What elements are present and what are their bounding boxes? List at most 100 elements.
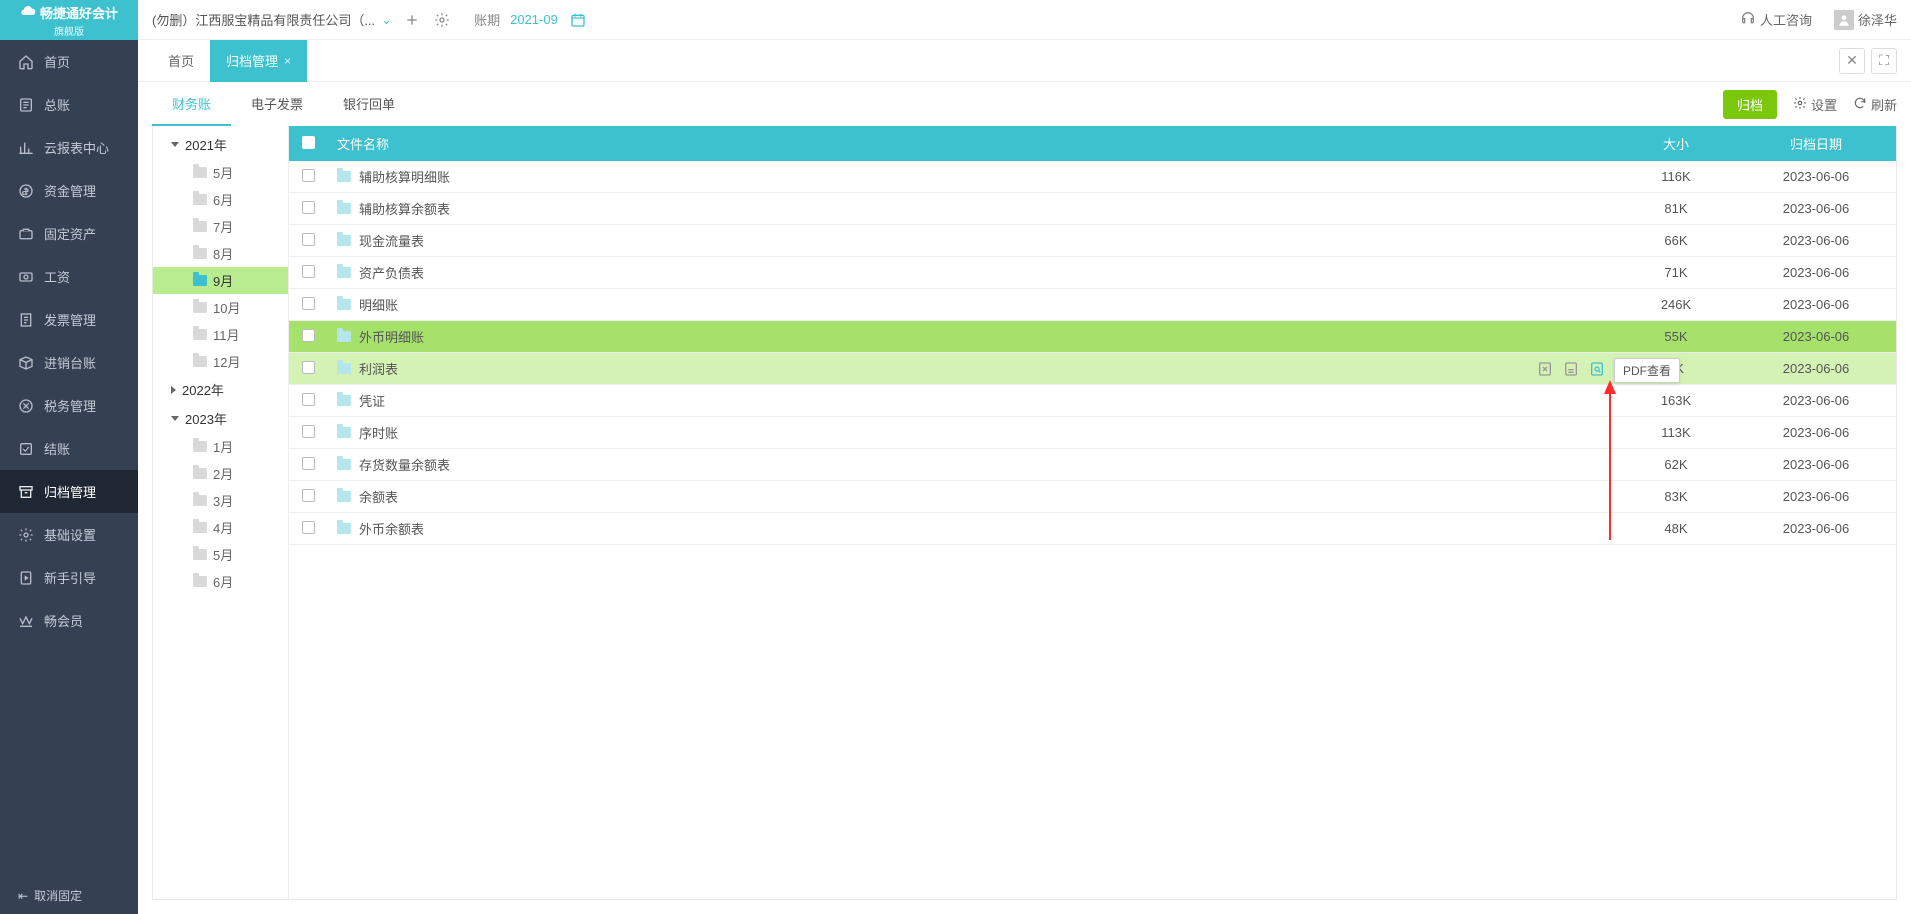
tree-year[interactable]: 2022年 bbox=[153, 375, 288, 404]
settings-link[interactable]: 设置 bbox=[1793, 95, 1837, 114]
export-pdf-icon[interactable] bbox=[1562, 360, 1580, 378]
tree-month[interactable]: 5月 bbox=[153, 541, 288, 568]
table-row[interactable]: 辅助核算余额表81K2023-06-06 bbox=[289, 193, 1896, 225]
table-row[interactable]: 现金流量表66K2023-06-06 bbox=[289, 225, 1896, 257]
company-settings-button[interactable] bbox=[432, 10, 452, 30]
folder-icon bbox=[337, 459, 351, 470]
tab-close-button[interactable]: ✕ bbox=[1839, 48, 1865, 74]
add-company-button[interactable] bbox=[402, 10, 422, 30]
nav-label: 首页 bbox=[44, 52, 70, 71]
pdf-view-icon[interactable] bbox=[1588, 360, 1606, 378]
table-row[interactable]: 外币余额表48K2023-06-06 bbox=[289, 513, 1896, 545]
file-date: 2023-06-06 bbox=[1736, 417, 1896, 449]
row-checkbox[interactable] bbox=[302, 489, 315, 502]
settings-icon bbox=[18, 527, 34, 543]
row-checkbox[interactable] bbox=[302, 297, 315, 310]
consult-button[interactable]: 人工咨询 bbox=[1740, 10, 1812, 29]
nav-item-fund[interactable]: 资金管理 bbox=[0, 169, 138, 212]
folder-icon bbox=[337, 363, 351, 374]
refresh-link[interactable]: 刷新 bbox=[1853, 95, 1897, 114]
table-row[interactable]: 存货数量余额表62K2023-06-06 bbox=[289, 449, 1896, 481]
select-all-checkbox[interactable] bbox=[302, 136, 315, 149]
tree-month[interactable]: 6月 bbox=[153, 568, 288, 595]
company-selector[interactable]: (勿删）江西服宝精品有限责任公司（... ⌄ bbox=[152, 10, 392, 29]
nav-item-invoice[interactable]: 发票管理 bbox=[0, 298, 138, 341]
table-row[interactable]: 明细账246K2023-06-06 bbox=[289, 289, 1896, 321]
row-checkbox[interactable] bbox=[302, 233, 315, 246]
row-checkbox[interactable] bbox=[302, 201, 315, 214]
nav-item-tax[interactable]: 税务管理 bbox=[0, 384, 138, 427]
tree-year[interactable]: 2021年 bbox=[153, 130, 288, 159]
export-excel-icon[interactable] bbox=[1536, 360, 1554, 378]
tree-month-label: 6月 bbox=[213, 572, 233, 591]
tree-month[interactable]: 10月 bbox=[153, 294, 288, 321]
sidebar-unpin[interactable]: ⇤ 取消固定 bbox=[0, 877, 138, 914]
tree-month[interactable]: 7月 bbox=[153, 213, 288, 240]
nav-item-home[interactable]: 首页 bbox=[0, 40, 138, 83]
file-size: 163K bbox=[1616, 385, 1736, 417]
folder-icon bbox=[193, 356, 207, 367]
tree-month[interactable]: 8月 bbox=[153, 240, 288, 267]
topbar: (勿删）江西服宝精品有限责任公司（... ⌄ 账期 2021-09 人工咨询 bbox=[138, 0, 1911, 40]
tree-month[interactable]: 4月 bbox=[153, 514, 288, 541]
table-row[interactable]: 辅助核算明细账116K2023-06-06 bbox=[289, 161, 1896, 193]
nav-label: 资金管理 bbox=[44, 181, 96, 200]
file-size: 55K bbox=[1616, 321, 1736, 353]
page-tab[interactable]: 归档管理× bbox=[210, 40, 307, 82]
tree-month-label: 10月 bbox=[213, 298, 240, 317]
file-name: 资产负债表 bbox=[359, 263, 424, 282]
row-checkbox[interactable] bbox=[302, 169, 315, 182]
caret-icon bbox=[171, 386, 176, 394]
table-row[interactable]: 余额表83K2023-06-06 bbox=[289, 481, 1896, 513]
table-row[interactable]: 外币明细账55K2023-06-06 bbox=[289, 321, 1896, 353]
sub-tab[interactable]: 电子发票 bbox=[231, 82, 323, 126]
table-row[interactable]: 序时账113K2023-06-06 bbox=[289, 417, 1896, 449]
row-checkbox[interactable] bbox=[302, 425, 315, 438]
tree-month[interactable]: 9月 bbox=[153, 267, 288, 294]
nav-item-settings[interactable]: 基础设置 bbox=[0, 513, 138, 556]
tree-month[interactable]: 12月 bbox=[153, 348, 288, 375]
table-row[interactable]: 利润表2K2023-06-06 bbox=[289, 353, 1896, 385]
tree-month[interactable]: 3月 bbox=[153, 487, 288, 514]
tree-month[interactable]: 5月 bbox=[153, 159, 288, 186]
nav-item-guide[interactable]: 新手引导 bbox=[0, 556, 138, 599]
nav-item-salary[interactable]: 工资 bbox=[0, 255, 138, 298]
nav-item-asset[interactable]: 固定资产 bbox=[0, 212, 138, 255]
nav-item-stock[interactable]: 进销台账 bbox=[0, 341, 138, 384]
nav-item-vip[interactable]: 畅会员 bbox=[0, 599, 138, 642]
folder-icon bbox=[337, 267, 351, 278]
page-tab[interactable]: 首页 bbox=[152, 40, 210, 82]
tree-month-label: 3月 bbox=[213, 491, 233, 510]
row-checkbox[interactable] bbox=[302, 521, 315, 534]
tab-fullscreen-button[interactable]: ⛶ bbox=[1871, 48, 1897, 74]
file-name: 辅助核算明细账 bbox=[359, 167, 450, 186]
sub-tab[interactable]: 银行回单 bbox=[323, 82, 415, 126]
row-checkbox[interactable] bbox=[302, 457, 315, 470]
sub-tab[interactable]: 财务账 bbox=[152, 82, 231, 126]
tree-year-label: 2023年 bbox=[185, 409, 227, 428]
row-checkbox[interactable] bbox=[302, 393, 315, 406]
tree-month[interactable]: 11月 bbox=[153, 321, 288, 348]
user-menu[interactable]: 徐泽华 bbox=[1834, 10, 1897, 30]
nav-item-archive[interactable]: 归档管理 bbox=[0, 470, 138, 513]
table-row[interactable]: 资产负债表71K2023-06-06 bbox=[289, 257, 1896, 289]
nav-item-ledger[interactable]: 总账 bbox=[0, 83, 138, 126]
tree-year[interactable]: 2023年 bbox=[153, 404, 288, 433]
calendar-icon[interactable] bbox=[568, 10, 588, 30]
row-checkbox[interactable] bbox=[302, 265, 315, 278]
tree-month[interactable]: 1月 bbox=[153, 433, 288, 460]
refresh-icon bbox=[1853, 96, 1867, 113]
row-checkbox[interactable] bbox=[302, 361, 315, 374]
archive-button[interactable]: 归档 bbox=[1723, 90, 1777, 119]
nav-item-report[interactable]: 云报表中心 bbox=[0, 126, 138, 169]
row-checkbox[interactable] bbox=[302, 329, 315, 342]
nav-item-close[interactable]: 结账 bbox=[0, 427, 138, 470]
avatar-icon bbox=[1834, 10, 1854, 30]
brand-edition: 旗舰版 bbox=[54, 23, 84, 38]
year-month-tree: 2021年5月6月7月8月9月10月11月12月2022年2023年1月2月3月… bbox=[153, 126, 289, 899]
table-row[interactable]: 凭证163K2023-06-06 bbox=[289, 385, 1896, 417]
period-value[interactable]: 2021-09 bbox=[510, 12, 558, 27]
close-icon[interactable]: × bbox=[284, 54, 291, 68]
tree-month[interactable]: 2月 bbox=[153, 460, 288, 487]
tree-month[interactable]: 6月 bbox=[153, 186, 288, 213]
